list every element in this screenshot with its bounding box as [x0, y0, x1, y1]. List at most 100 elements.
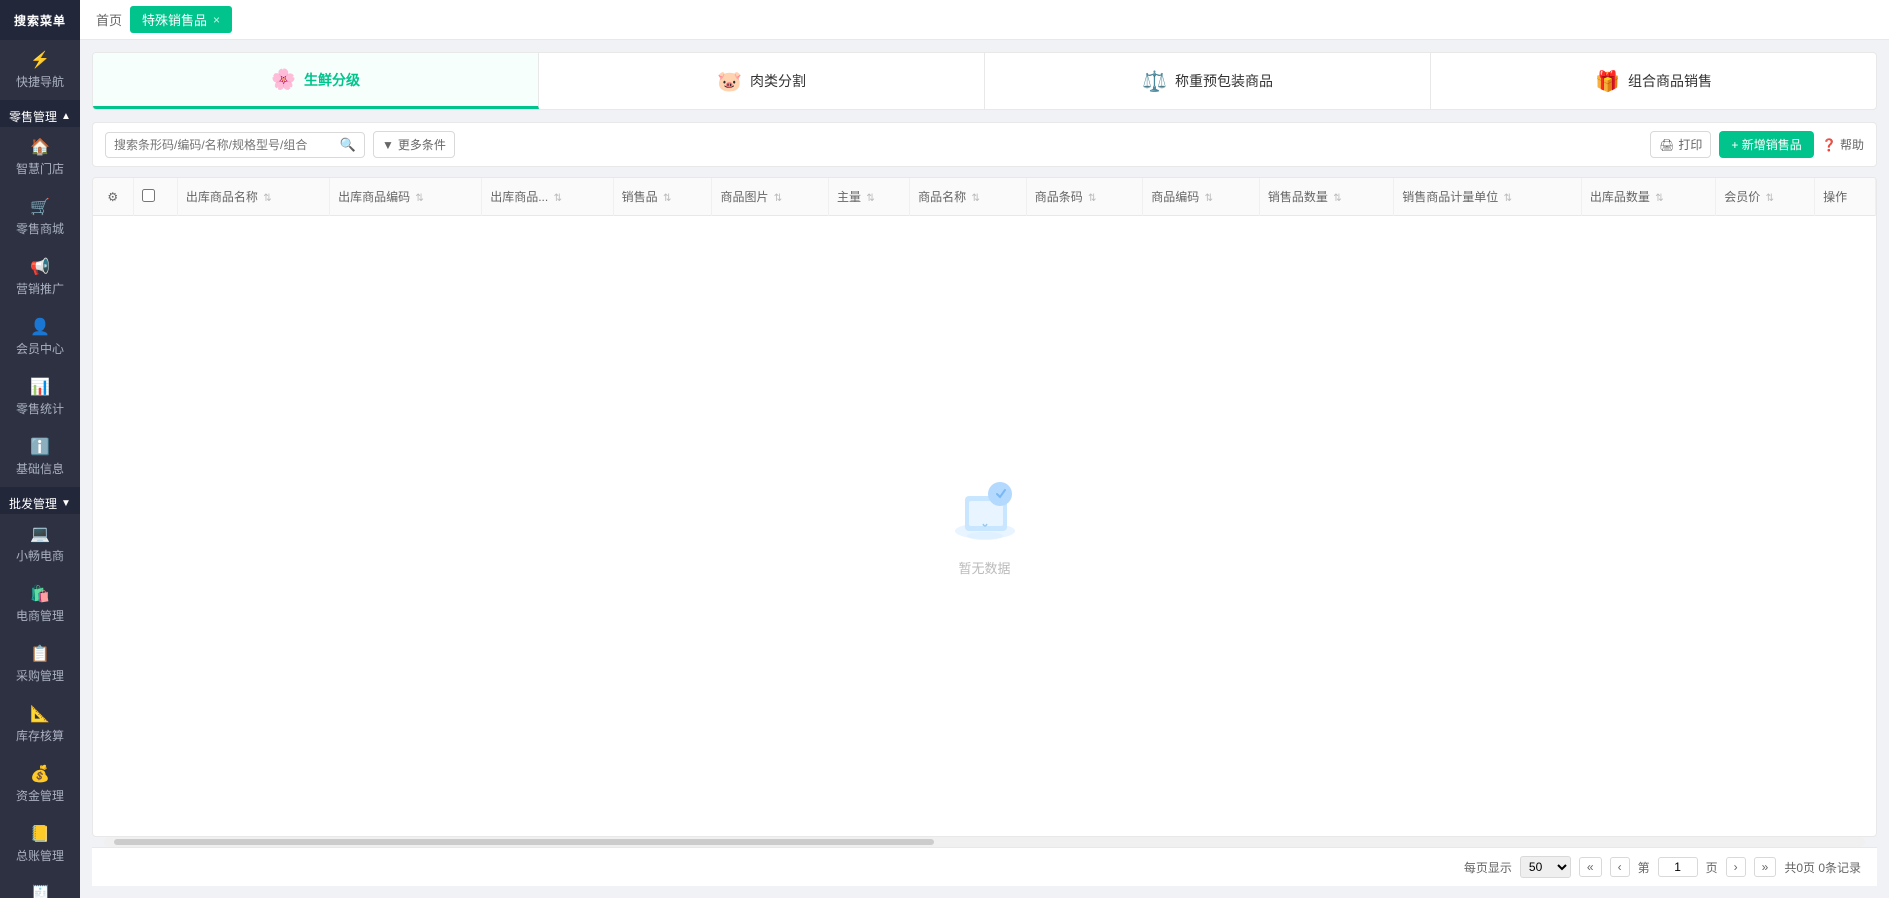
data-table: ⚙ 出库商品名称 ⇅ 出库商品编码 ⇅ 出库商品... ⇅: [93, 178, 1876, 216]
scrollbar-thumb[interactable]: [114, 839, 934, 845]
sidebar-item-basicinfo1[interactable]: ℹ️ 基础信息: [0, 427, 80, 487]
cat-tab-weight[interactable]: ⚖️ 称重预包装商品: [985, 53, 1431, 109]
tab-label: 特殊销售品: [142, 10, 207, 29]
active-tab[interactable]: 特殊销售品 ×: [130, 6, 232, 33]
search-input[interactable]: [114, 138, 334, 152]
sidebar-item-inventory[interactable]: 📐 库存核算: [0, 694, 80, 754]
sidebar-item-retailstat[interactable]: 📊 零售统计: [0, 367, 80, 427]
content-area: 🌸 生鲜分级 🐷 肉类分割 ⚖️ 称重预包装商品 🎁 组合商品销售 🔍: [80, 40, 1889, 898]
sidebar-item-retailmall[interactable]: 🛒 零售商城: [0, 187, 80, 247]
ecommercemanage-icon: 🛍️: [30, 584, 50, 604]
sort-icon: ⇅: [1766, 193, 1774, 204]
help-label: 帮助: [1840, 138, 1864, 152]
print-button[interactable]: 🖨 打印: [1650, 131, 1711, 158]
prev-page-button[interactable]: ‹: [1610, 857, 1630, 877]
sidebar-item-label: 零售统计: [16, 400, 64, 417]
home-link[interactable]: 首页: [96, 10, 122, 29]
add-label: + 新增销售品: [1731, 136, 1801, 153]
th-image[interactable]: 商品图片 ⇅: [712, 178, 829, 216]
th-outlet-name[interactable]: 出库商品名称 ⇅: [177, 178, 329, 216]
sidebar-item-label: 零售商城: [16, 220, 64, 237]
th-label: 出库商品名称: [186, 190, 258, 204]
empty-text: 暂无数据: [958, 558, 1010, 577]
filter-button[interactable]: ▼ 更多条件: [373, 131, 455, 158]
th-main-qty[interactable]: 主量 ⇅: [829, 178, 910, 216]
th-barcode[interactable]: 商品条码 ⇅: [1026, 178, 1143, 216]
sidebar-item-label: 库存核算: [16, 727, 64, 744]
marketing-icon: 📢: [30, 257, 50, 277]
th-sale-unit[interactable]: 销售商品计量单位 ⇅: [1394, 178, 1582, 216]
th-checkbox[interactable]: [133, 178, 177, 216]
sidebar-item-finance[interactable]: 💰 资金管理: [0, 754, 80, 814]
weight-tab-label: 称重预包装商品: [1175, 71, 1273, 91]
ecommerce-icon: 💻: [30, 524, 50, 544]
th-settings[interactable]: ⚙: [93, 178, 133, 216]
toolbar: 🔍 ▼ 更多条件 🖨 打印 + 新增销售品 ❓ 帮助: [92, 122, 1877, 167]
sidebar-item-ledger[interactable]: 📒 总账管理: [0, 814, 80, 874]
sidebar-item-quicknav[interactable]: ⚡ 快捷导航: [0, 40, 80, 100]
sidebar-item-purchase[interactable]: 📋 采购管理: [0, 634, 80, 694]
horizontal-scrollbar[interactable]: [104, 837, 1865, 847]
inventory-icon: 📐: [30, 704, 50, 724]
category-tabs: 🌸 生鲜分级 🐷 肉类分割 ⚖️ 称重预包装商品 🎁 组合商品销售: [92, 52, 1877, 110]
cat-tab-fresh[interactable]: 🌸 生鲜分级: [93, 53, 539, 109]
page-label: 第: [1638, 859, 1650, 876]
sidebar-item-ecommerce[interactable]: 💻 小畅电商: [0, 514, 80, 574]
basicinfo1-icon: ℹ️: [30, 437, 50, 457]
sort-icon: ⇅: [1088, 193, 1096, 204]
th-product-name[interactable]: 商品名称 ⇅: [910, 178, 1027, 216]
total-label: 共0页 0条记录: [1784, 859, 1861, 876]
th-outlet-qty[interactable]: 出库品数量 ⇅: [1581, 178, 1715, 216]
invoice-icon: 🧾: [30, 884, 50, 898]
sidebar-item-marketing[interactable]: 📢 营销推广: [0, 247, 80, 307]
sidebar-item-label: 采购管理: [16, 667, 64, 684]
sidebar-logo[interactable]: 搜索菜单: [0, 0, 80, 40]
sidebar-item-ecommercemanage[interactable]: 🛍️ 电商管理: [0, 574, 80, 634]
th-label: 商品名称: [918, 190, 966, 204]
add-button[interactable]: + 新增销售品: [1719, 131, 1813, 158]
next-page-button[interactable]: ›: [1726, 857, 1746, 877]
sidebar-item-label: 电商管理: [16, 607, 64, 624]
quicknav-icon: ⚡: [30, 50, 50, 70]
th-label: 出库品数量: [1590, 190, 1650, 204]
cat-tab-combo[interactable]: 🎁 组合商品销售: [1431, 53, 1876, 109]
sidebar-section-wholesale[interactable]: 批发管理 ▼: [0, 487, 80, 514]
sidebar-item-invoice[interactable]: 🧾 发票管理: [0, 874, 80, 898]
first-page-button[interactable]: «: [1579, 857, 1602, 877]
th-label: 主量: [837, 190, 861, 204]
purchase-icon: 📋: [30, 644, 50, 664]
th-label: 销售商品计量单位: [1402, 190, 1498, 204]
th-sale-qty[interactable]: 销售品数量 ⇅: [1259, 178, 1393, 216]
sort-icon: ⇅: [263, 193, 271, 204]
th-action: 操作: [1815, 178, 1876, 216]
th-product-code[interactable]: 商品编码 ⇅: [1143, 178, 1260, 216]
sidebar-item-label: 基础信息: [16, 460, 64, 477]
filter-icon: ▼: [382, 138, 394, 152]
help-button[interactable]: ❓ 帮助: [1822, 136, 1864, 153]
th-outlet-spec[interactable]: 出库商品... ⇅: [482, 178, 613, 216]
th-sale-item[interactable]: 销售品 ⇅: [613, 178, 712, 216]
sort-icon: ⇅: [971, 193, 979, 204]
sidebar-item-label: 总账管理: [16, 847, 64, 864]
page-unit: 页: [1706, 859, 1718, 876]
th-outlet-code[interactable]: 出库商品编码 ⇅: [330, 178, 482, 216]
select-all-checkbox[interactable]: [142, 189, 155, 202]
fresh-tab-icon: 🌸: [271, 67, 296, 92]
wholesale-label: 批发管理: [9, 495, 57, 512]
tab-close-icon[interactable]: ×: [213, 13, 220, 27]
search-box[interactable]: 🔍: [105, 132, 365, 158]
sidebar-item-smartstore[interactable]: 🏠 智慧门店: [0, 127, 80, 187]
sidebar-item-label: 会员中心: [16, 340, 64, 357]
page-input[interactable]: [1658, 857, 1698, 877]
th-member-price[interactable]: 会员价 ⇅: [1716, 178, 1815, 216]
toolbar-left: 🔍 ▼ 更多条件: [105, 131, 455, 158]
sidebar-item-member[interactable]: 👤 会员中心: [0, 307, 80, 367]
last-page-button[interactable]: »: [1754, 857, 1777, 877]
sort-icon: ⇅: [1205, 193, 1213, 204]
sidebar: 搜索菜单 ⚡ 快捷导航 零售管理 ▲ 🏠 智慧门店 🛒 零售商城 📢 营销推广 …: [0, 0, 80, 898]
sidebar-section-retail[interactable]: 零售管理 ▲: [0, 100, 80, 127]
meat-tab-label: 肉类分割: [750, 71, 806, 91]
combo-tab-label: 组合商品销售: [1628, 71, 1712, 91]
cat-tab-meat[interactable]: 🐷 肉类分割: [539, 53, 985, 109]
per-page-select[interactable]: 50 10 20 100: [1520, 856, 1571, 878]
